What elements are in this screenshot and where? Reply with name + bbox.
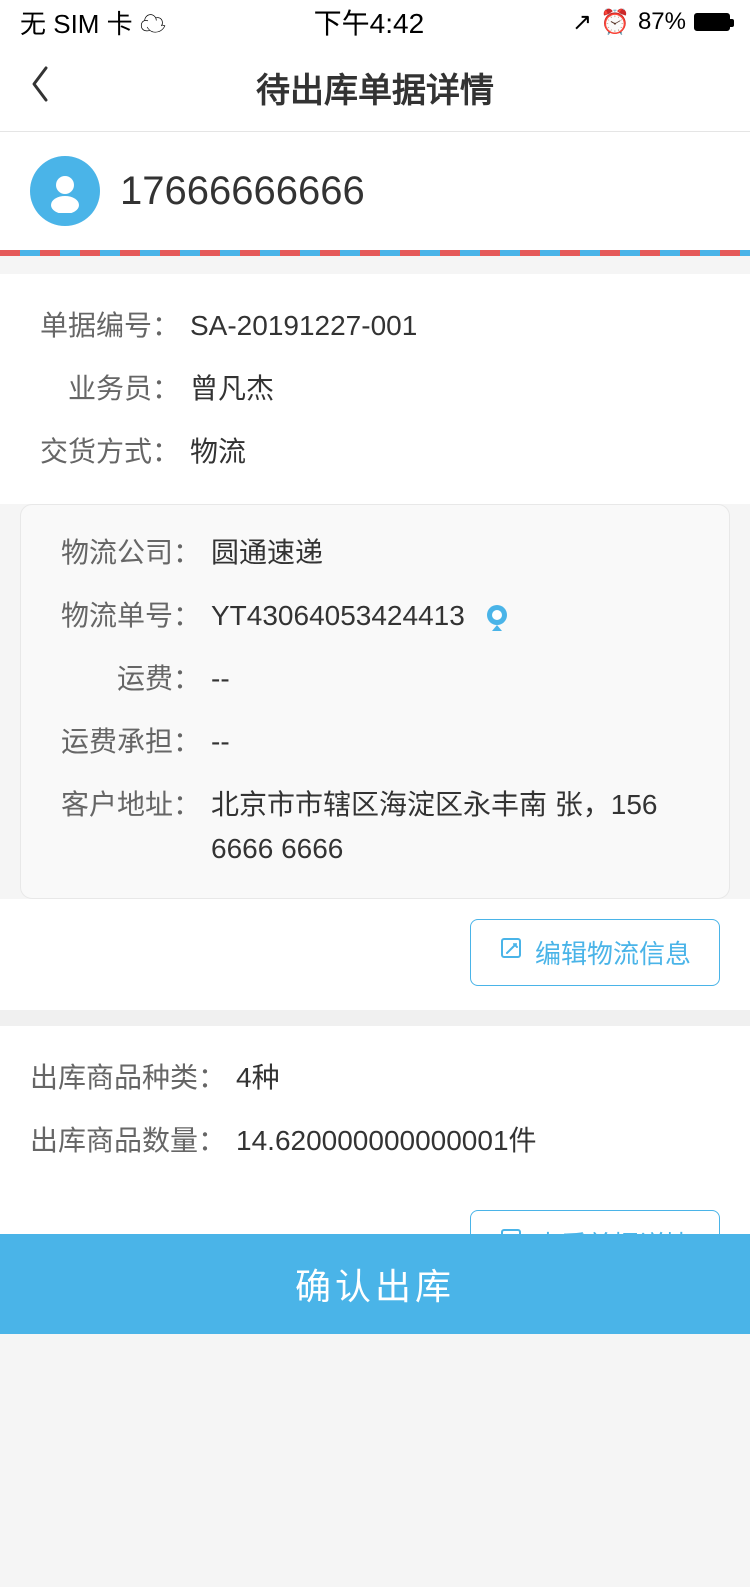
freight-row: 运费： -- bbox=[51, 657, 699, 702]
freight-bear-label: 运费承担： bbox=[51, 720, 211, 765]
confirm-outbound-button[interactable]: 确认出库 bbox=[0, 1234, 750, 1334]
battery-icon bbox=[694, 13, 730, 31]
edit-icon bbox=[499, 936, 525, 969]
goods-types-value: 4种 bbox=[236, 1056, 720, 1101]
delivery-row: 交货方式： 物流 bbox=[30, 430, 720, 475]
battery-text: 87% bbox=[638, 8, 686, 36]
goods-quantity-value: 14.620000000000001件 bbox=[236, 1119, 720, 1164]
freight-bear-row: 运费承担： -- bbox=[51, 720, 699, 765]
address-label: 客户地址： bbox=[51, 783, 211, 828]
page-title: 待出库单据详情 bbox=[256, 63, 494, 112]
freight-label: 运费： bbox=[51, 657, 211, 702]
doc-no-label: 单据编号： bbox=[30, 304, 190, 349]
avatar bbox=[30, 156, 100, 226]
freight-bear-value: -- bbox=[211, 720, 699, 765]
status-left: 无 SIM 卡 ☁ bbox=[20, 4, 166, 41]
tracking-value: YT43064053424413 bbox=[211, 594, 699, 639]
basic-info-section: 单据编号： SA-20191227-001 业务员： 曾凡杰 交货方式： 物流 bbox=[0, 274, 750, 504]
alarm-icon: ⏰ bbox=[600, 8, 630, 37]
tracking-row: 物流单号： YT43064053424413 bbox=[51, 594, 699, 639]
freight-value: -- bbox=[211, 657, 699, 702]
dashed-divider bbox=[0, 250, 750, 256]
status-right: ↗ ⏰ 87% bbox=[572, 8, 730, 37]
staff-value: 曾凡杰 bbox=[190, 367, 720, 412]
staff-row: 业务员： 曾凡杰 bbox=[30, 367, 720, 412]
location-status-icon: ↗ bbox=[572, 8, 592, 37]
doc-no-row: 单据编号： SA-20191227-001 bbox=[30, 304, 720, 349]
gray-separator bbox=[0, 1010, 750, 1026]
user-header: 17666666666 bbox=[0, 132, 750, 250]
delivery-label: 交货方式： bbox=[30, 430, 190, 475]
tracking-label: 物流单号： bbox=[51, 594, 211, 639]
goods-types-label: 出库商品种类： bbox=[30, 1056, 236, 1101]
tracking-location-icon[interactable] bbox=[479, 599, 515, 635]
logistics-company-label: 物流公司： bbox=[51, 531, 211, 576]
goods-types-row: 出库商品种类： 4种 bbox=[30, 1056, 720, 1101]
sim-text: 无 SIM 卡 ☁ bbox=[20, 4, 166, 41]
doc-no-value: SA-20191227-001 bbox=[190, 304, 720, 349]
logistics-company-value: 圆通速递 bbox=[211, 531, 699, 576]
logistics-company-row: 物流公司： 圆通速递 bbox=[51, 531, 699, 576]
logistics-card: 物流公司： 圆通速递 物流单号： YT43064053424413 运费： --… bbox=[20, 504, 730, 899]
goods-quantity-label: 出库商品数量： bbox=[30, 1119, 236, 1164]
address-value: 北京市市辖区海淀区永丰南 张，156 6666 6666 bbox=[211, 783, 699, 873]
status-bar: 无 SIM 卡 ☁ 下午4:42 ↗ ⏰ 87% bbox=[0, 0, 750, 44]
edit-logistics-button[interactable]: 编辑物流信息 bbox=[470, 919, 720, 986]
user-phone: 17666666666 bbox=[120, 169, 365, 214]
delivery-value: 物流 bbox=[190, 430, 720, 475]
edit-button-row: 编辑物流信息 bbox=[0, 899, 750, 1010]
address-row: 客户地址： 北京市市辖区海淀区永丰南 张，156 6666 6666 bbox=[51, 783, 699, 873]
edit-logistics-label: 编辑物流信息 bbox=[535, 934, 691, 971]
confirm-btn-text: 确认出库 bbox=[295, 1258, 455, 1310]
goods-section: 出库商品种类： 4种 出库商品数量： 14.620000000000001件 bbox=[0, 1026, 750, 1194]
status-time: 下午4:42 bbox=[314, 2, 425, 42]
goods-quantity-row: 出库商品数量： 14.620000000000001件 bbox=[30, 1119, 720, 1164]
nav-bar: 待出库单据详情 bbox=[0, 44, 750, 132]
staff-label: 业务员： bbox=[30, 367, 190, 412]
back-button[interactable] bbox=[28, 64, 52, 111]
